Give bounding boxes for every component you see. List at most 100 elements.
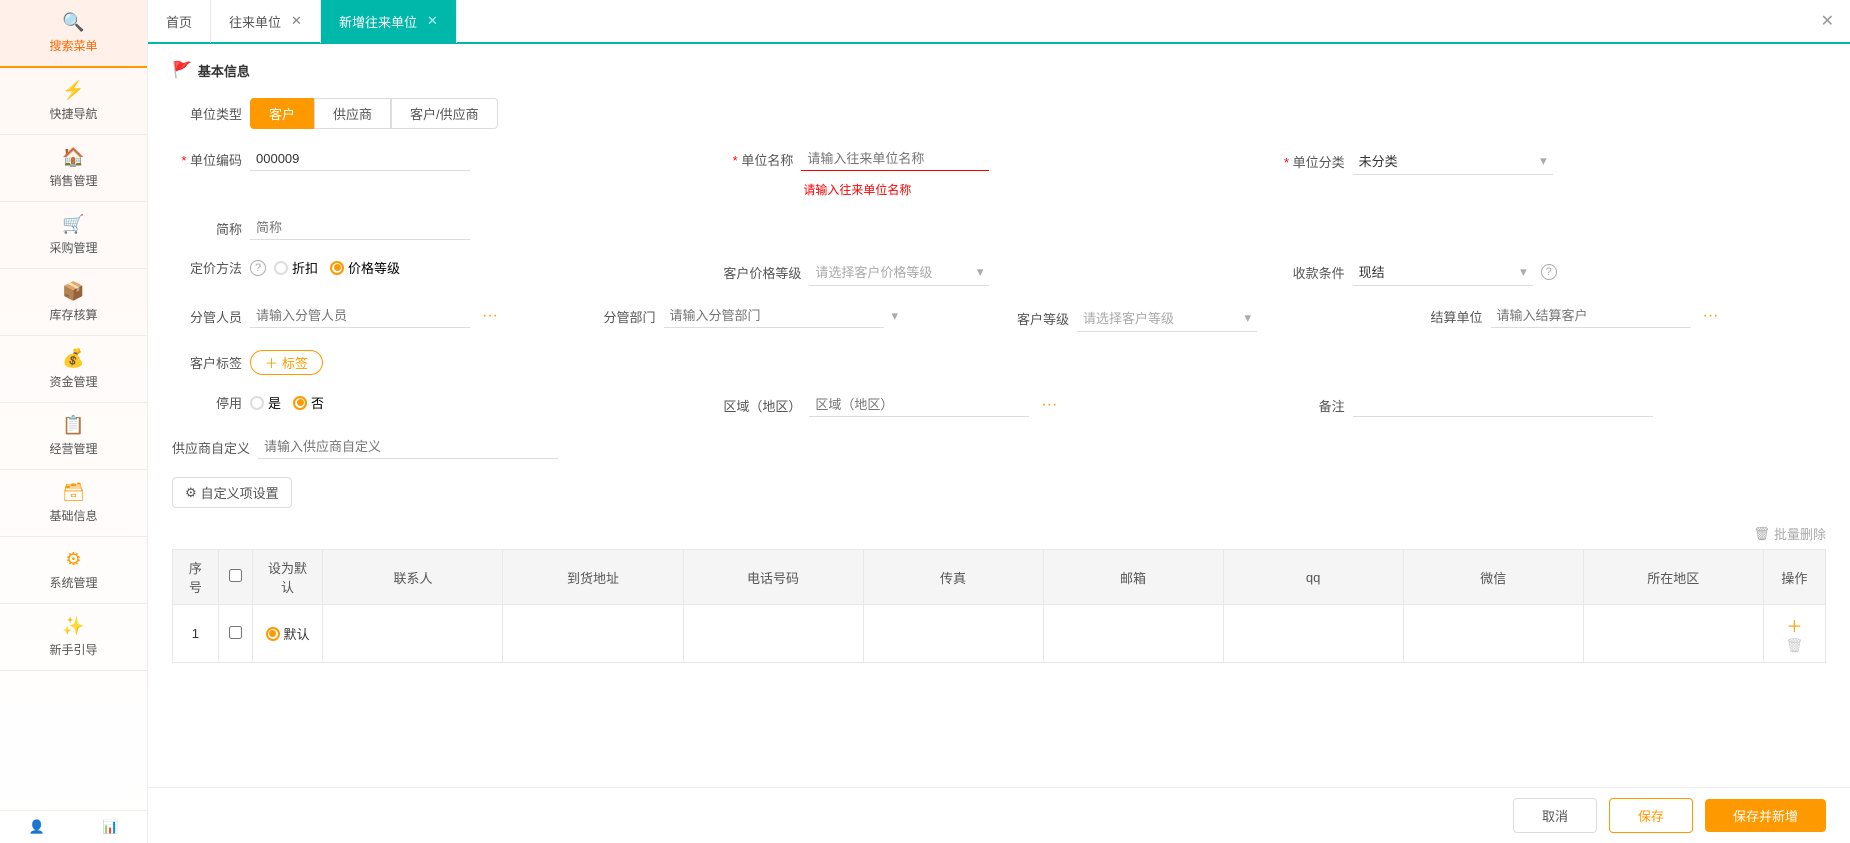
save-button[interactable]: 保存: [1609, 798, 1693, 833]
sidebar-item-finance-mgmt[interactable]: 💰 资金管理: [0, 336, 147, 403]
disabled-radio-no[interactable]: 否: [293, 393, 324, 412]
settlement-unit-group: 结算单位 ···: [1413, 304, 1827, 328]
delete-row-btn[interactable]: 🗑: [1785, 637, 1803, 653]
notes-input[interactable]: [1353, 393, 1653, 417]
short-name-group: 简称: [172, 216, 1826, 240]
region-more-btn[interactable]: ···: [1037, 396, 1061, 414]
cell-email[interactable]: [1043, 605, 1223, 663]
add-row-btn[interactable]: ＋: [1786, 619, 1802, 636]
sidebar-stats-btn[interactable]: 📊: [102, 819, 118, 835]
unit-type-label: 单位类型: [172, 104, 242, 123]
supplier-custom-input[interactable]: [258, 435, 558, 459]
fax-input[interactable]: [874, 626, 1033, 641]
email-input[interactable]: [1054, 626, 1213, 641]
pricing-help-icon[interactable]: ?: [250, 260, 266, 276]
cell-default: 默认: [252, 605, 323, 663]
disabled-row: 停用 是 否 区域（地区） ··· 备注: [172, 393, 1826, 417]
pricing-method-group: 定价方法 ? 折扣 价格等级: [172, 258, 723, 277]
unit-code-row: 单位编码 单位名称 请输入往来单位名称 单位分类 未分类 ▾: [172, 147, 1826, 198]
settlement-unit-more-btn[interactable]: ···: [1699, 307, 1723, 325]
region-input[interactable]: [809, 393, 1029, 417]
disabled-radio-group: 是 否: [250, 393, 324, 412]
short-name-input[interactable]: [250, 216, 470, 240]
tab-new-unit[interactable]: 新增往来单位 ✕: [321, 0, 457, 43]
payment-help-icon[interactable]: ?: [1541, 264, 1557, 280]
main-area: 首页 往来单位 ✕ 新增往来单位 ✕ ✕ 🚩 基本信息 单位类型 客户 供应商 …: [148, 0, 1850, 843]
cell-checkbox[interactable]: [218, 605, 252, 663]
custom-settings-btn[interactable]: ⚙ 自定义项设置: [172, 477, 292, 508]
settlement-unit-input[interactable]: [1491, 304, 1691, 328]
flag-icon: 🚩: [172, 60, 192, 80]
sidebar-bottom: 👤 📊: [0, 810, 147, 843]
col-email: 邮箱: [1043, 550, 1223, 605]
tab-new-unit-close[interactable]: ✕: [427, 13, 438, 29]
cell-wechat[interactable]: [1403, 605, 1583, 663]
unit-code-input[interactable]: [250, 147, 470, 171]
sidebar-item-basic-info[interactable]: 🗃 基础信息: [0, 470, 147, 537]
short-name-label: 简称: [172, 219, 242, 238]
unit-category-select[interactable]: 未分类 ▾: [1353, 147, 1553, 175]
sidebar-item-search-menu[interactable]: 🔍 搜索菜单: [0, 0, 147, 68]
pricing-radio-discount[interactable]: 折扣: [274, 258, 318, 277]
sidebar-item-label: 销售管理: [49, 172, 97, 189]
select-all-checkbox[interactable]: [229, 569, 242, 582]
row-checkbox[interactable]: [229, 626, 242, 639]
cell-region[interactable]: [1583, 605, 1763, 663]
qq-input[interactable]: [1234, 626, 1393, 641]
sales-icon: 🏠: [62, 147, 84, 168]
add-tag-label: 标签: [282, 353, 308, 372]
cell-fax[interactable]: [863, 605, 1043, 663]
customer-price-level-group: 客户价格等级 请选择客户价格等级 ▾: [723, 258, 1274, 286]
disabled-group: 停用 是 否: [172, 393, 723, 412]
sidebar-item-sales-mgmt[interactable]: 🏠 销售管理: [0, 135, 147, 202]
contact-table-section: 🗑 批量删除 序号 设为默认 联系人 到货地址 电话号码 传真 邮箱 qq: [172, 524, 1826, 663]
col-region: 所在地区: [1583, 550, 1763, 605]
sidebar-item-label: 经营管理: [49, 440, 97, 457]
unit-type-customer-btn[interactable]: 客户: [250, 98, 314, 129]
sidebar-item-purchase-mgmt[interactable]: 🛒 采购管理: [0, 202, 147, 269]
cell-seq: 1: [173, 605, 219, 663]
unit-type-supplier-btn[interactable]: 供应商: [314, 98, 391, 129]
contact-input[interactable]: [333, 626, 492, 641]
wechat-input[interactable]: [1414, 626, 1573, 641]
chevron-down-icon: ▾: [1540, 153, 1547, 169]
address-input[interactable]: [513, 626, 672, 641]
manager-more-btn[interactable]: ···: [478, 307, 502, 325]
save-and-new-button[interactable]: 保存并新增: [1705, 799, 1826, 832]
pricing-row: 定价方法 ? 折扣 价格等级 客户价格等级 请选择客户价格等级: [172, 258, 1826, 286]
sidebar-item-quick-nav[interactable]: ⚡ 快捷导航: [0, 68, 147, 135]
customer-price-level-select[interactable]: 请选择客户价格等级 ▾: [809, 258, 989, 286]
cell-address[interactable]: [503, 605, 683, 663]
sidebar-item-sys-mgmt[interactable]: ⚙ 系统管理: [0, 537, 147, 604]
phone-input[interactable]: [694, 626, 853, 641]
col-wechat: 微信: [1403, 550, 1583, 605]
sidebar-item-label: 快捷导航: [49, 105, 97, 122]
cell-contact[interactable]: [323, 605, 503, 663]
sidebar-item-inventory[interactable]: 📦 库存核算: [0, 269, 147, 336]
sidebar-user-btn[interactable]: 👤: [29, 819, 45, 835]
manager-input[interactable]: [250, 304, 470, 328]
tab-bar-close-all[interactable]: ✕: [1805, 11, 1850, 31]
batch-delete-btn[interactable]: 🗑 批量删除: [1753, 524, 1826, 543]
add-tag-btn[interactable]: ＋ 标签: [250, 350, 323, 375]
tab-transaction-units[interactable]: 往来单位 ✕: [211, 0, 321, 43]
disabled-radio-yes[interactable]: 是: [250, 393, 281, 412]
sidebar-item-ops-mgmt[interactable]: 📋 经营管理: [0, 403, 147, 470]
tab-home[interactable]: 首页: [148, 0, 211, 43]
unit-name-input[interactable]: [801, 147, 989, 171]
pricing-radio-level[interactable]: 价格等级: [330, 258, 400, 277]
cell-qq[interactable]: [1223, 605, 1403, 663]
department-input[interactable]: [664, 304, 884, 328]
custom-settings-label: 自定义项设置: [201, 483, 279, 502]
manager-group: 分管人员 ···: [172, 304, 586, 328]
default-radio[interactable]: 默认: [263, 624, 313, 643]
payment-terms-select[interactable]: 现结 ▾: [1353, 258, 1533, 286]
sidebar-item-newbie-guide[interactable]: ✨ 新手引导: [0, 604, 147, 671]
customer-level-select[interactable]: 请选择客户等级 ▾: [1077, 304, 1257, 332]
tab-transaction-units-close[interactable]: ✕: [291, 13, 302, 29]
sidebar: 🔍 搜索菜单 ⚡ 快捷导航 🏠 销售管理 🛒 采购管理 📦 库存核算 💰 资金管…: [0, 0, 148, 843]
cell-phone[interactable]: [683, 605, 863, 663]
region-table-input[interactable]: [1594, 626, 1753, 641]
unit-type-both-btn[interactable]: 客户/供应商: [391, 98, 498, 129]
cancel-button[interactable]: 取消: [1513, 798, 1597, 833]
